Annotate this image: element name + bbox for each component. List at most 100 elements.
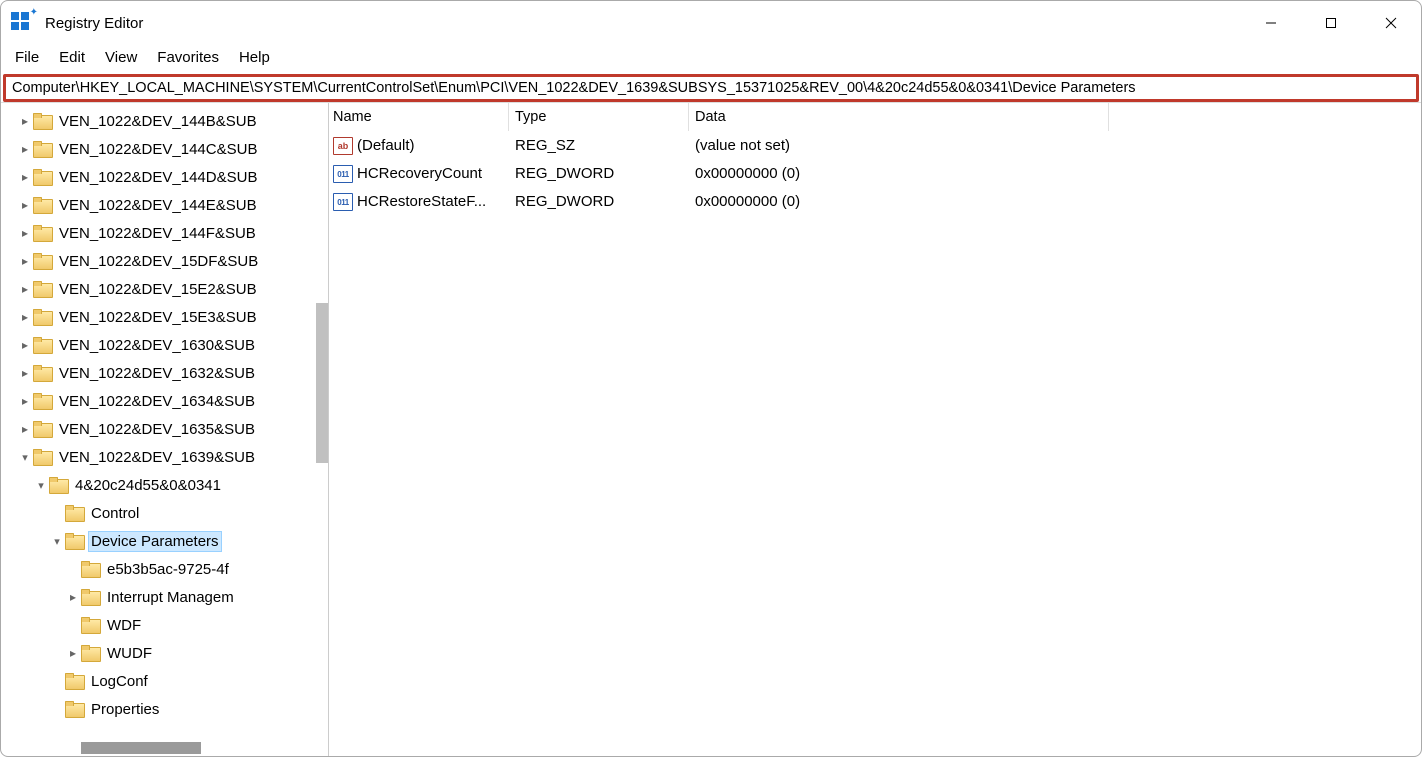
tree-item-label: Control [89,504,141,523]
address-bar[interactable]: Computer\HKEY_LOCAL_MACHINE\SYSTEM\Curre… [3,74,1419,102]
tree-item[interactable]: VEN_1022&DEV_144C&SUB [1,135,328,163]
chevron-down-icon[interactable] [33,479,49,492]
tree-item[interactable]: VEN_1022&DEV_15DF&SUB [1,247,328,275]
tree-horizontal-scrollbar[interactable] [1,742,328,754]
folder-icon [65,701,85,717]
tree-item-label: WUDF [105,644,154,663]
chevron-right-icon[interactable] [17,198,33,212]
folder-icon [33,253,53,269]
maximize-button[interactable] [1301,1,1361,45]
folder-icon [65,673,85,689]
tree-item[interactable]: Interrupt Managem [1,583,328,611]
close-button[interactable] [1361,1,1421,45]
tree-item[interactable]: e5b3b5ac-9725-4f [1,555,328,583]
tree-item[interactable]: VEN_1022&DEV_144E&SUB [1,191,328,219]
value-data: 0x00000000 (0) [689,193,1421,210]
folder-icon [33,393,53,409]
column-header-name[interactable]: Name [329,103,509,131]
chevron-right-icon[interactable] [17,394,33,408]
tree-item[interactable]: Control [1,499,328,527]
tree-item-label: VEN_1022&DEV_15E2&SUB [57,280,259,299]
tree-item[interactable]: VEN_1022&DEV_1632&SUB [1,359,328,387]
chevron-right-icon[interactable] [17,310,33,324]
tree-item-label: VEN_1022&DEV_144F&SUB [57,224,258,243]
tree-item[interactable]: VEN_1022&DEV_144B&SUB [1,107,328,135]
column-header-data[interactable]: Data [689,103,1109,131]
window-controls [1241,1,1421,45]
folder-icon [33,197,53,213]
window-title: Registry Editor [45,15,143,32]
chevron-right-icon[interactable] [17,142,33,156]
menu-file[interactable]: File [15,49,39,66]
chevron-right-icon[interactable] [17,170,33,184]
values-header: Name Type Data [329,103,1421,131]
tree-item-label: VEN_1022&DEV_1639&SUB [57,448,257,467]
folder-icon [33,337,53,353]
tree-vertical-scrollbar-thumb[interactable] [316,303,328,463]
value-name: HCRecoveryCount [357,165,482,182]
tree-item[interactable]: 4&20c24d55&0&0341 [1,471,328,499]
folder-icon [33,141,53,157]
folder-icon [33,225,53,241]
tree-item-label: VEN_1022&DEV_1634&SUB [57,392,257,411]
tree-item[interactable]: Device Parameters [1,527,328,555]
tree-item[interactable]: LogConf [1,667,328,695]
tree-item[interactable]: VEN_1022&DEV_1634&SUB [1,387,328,415]
values-list[interactable]: (Default)REG_SZ(value not set) HCRecovery… [329,131,1421,756]
column-header-type[interactable]: Type [509,103,689,131]
folder-icon [81,617,101,633]
chevron-right-icon[interactable] [17,338,33,352]
folder-icon [81,645,101,661]
value-data: (value not set) [689,137,1421,154]
tree-item[interactable]: Properties [1,695,328,723]
value-type: REG_DWORD [509,193,689,210]
tree-item-label: VEN_1022&DEV_15DF&SUB [57,252,260,271]
chevron-right-icon[interactable] [65,646,81,660]
tree-item-label: 4&20c24d55&0&0341 [73,476,223,495]
chevron-right-icon[interactable] [17,114,33,128]
tree-item[interactable]: WUDF [1,639,328,667]
tree-item-label: Device Parameters [89,532,221,551]
menu-view[interactable]: View [105,49,137,66]
tree-item-label: WDF [105,616,143,635]
value-row[interactable]: (Default)REG_SZ(value not set) [329,131,1421,159]
menu-favorites[interactable]: Favorites [157,49,219,66]
chevron-right-icon[interactable] [17,366,33,380]
folder-icon [33,113,53,129]
chevron-right-icon[interactable] [17,254,33,268]
tree-content[interactable]: VEN_1022&DEV_144B&SUBVEN_1022&DEV_144C&S… [1,107,328,756]
chevron-down-icon[interactable] [49,535,65,548]
folder-icon [33,309,53,325]
reg-dword-icon [333,191,353,211]
tree-item-label: VEN_1022&DEV_144D&SUB [57,168,259,187]
tree-item[interactable]: VEN_1022&DEV_15E2&SUB [1,275,328,303]
tree-item[interactable]: VEN_1022&DEV_1639&SUB [1,443,328,471]
values-panel: Name Type Data (Default)REG_SZ(value not… [329,103,1421,756]
minimize-button[interactable] [1241,1,1301,45]
chevron-right-icon[interactable] [17,422,33,436]
value-name: (Default) [357,137,415,154]
tree-item[interactable]: VEN_1022&DEV_15E3&SUB [1,303,328,331]
tree-item[interactable]: VEN_1022&DEV_1635&SUB [1,415,328,443]
tree-item-label: VEN_1022&DEV_1632&SUB [57,364,257,383]
value-row[interactable]: HCRestoreStateF...REG_DWORD0x00000000 (0… [329,187,1421,215]
folder-icon [65,505,85,521]
chevron-right-icon[interactable] [65,590,81,604]
tree-item-label: VEN_1022&DEV_15E3&SUB [57,308,259,327]
folder-icon [33,281,53,297]
folder-icon [49,477,69,493]
value-row[interactable]: HCRecoveryCountREG_DWORD0x00000000 (0) [329,159,1421,187]
menu-help[interactable]: Help [239,49,270,66]
tree-item-label: VEN_1022&DEV_1635&SUB [57,420,257,439]
regedit-app-icon: ✦ [11,12,33,34]
chevron-right-icon[interactable] [17,226,33,240]
tree-item[interactable]: VEN_1022&DEV_1630&SUB [1,331,328,359]
chevron-down-icon[interactable] [17,451,33,464]
tree-item[interactable]: VEN_1022&DEV_144D&SUB [1,163,328,191]
tree-item[interactable]: VEN_1022&DEV_144F&SUB [1,219,328,247]
tree-item[interactable]: WDF [1,611,328,639]
tree-horizontal-scrollbar-thumb[interactable] [81,742,201,754]
value-type: REG_DWORD [509,165,689,182]
chevron-right-icon[interactable] [17,282,33,296]
menu-edit[interactable]: Edit [59,49,85,66]
